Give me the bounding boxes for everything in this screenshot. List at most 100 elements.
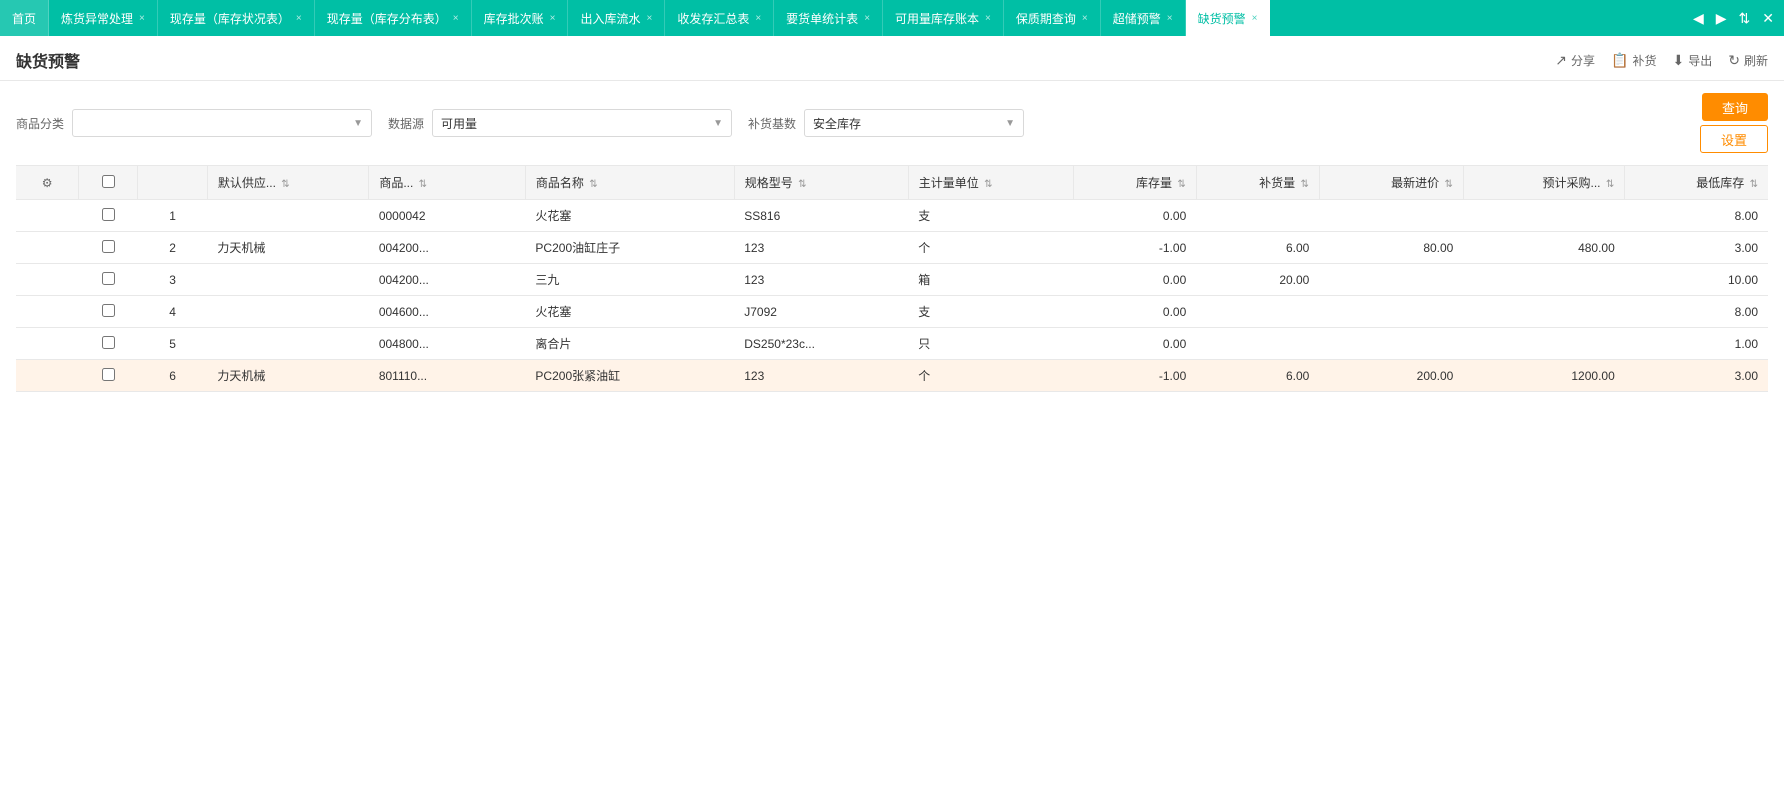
nav-item-10[interactable]: 超储预警 ×: [1101, 0, 1186, 36]
nav-close-11[interactable]: ×: [1252, 13, 1258, 24]
nav-item-3[interactable]: 现存量（库存分布表） ×: [315, 0, 472, 36]
th-supplier[interactable]: 默认供应... ⇅: [207, 166, 368, 200]
th-code-sort-icon[interactable]: ⇅: [419, 179, 427, 190]
nav-close-6[interactable]: ×: [755, 13, 761, 24]
nav-close-all-button[interactable]: ✕: [1756, 0, 1780, 36]
nav-item-9[interactable]: 保质期查询 ×: [1004, 0, 1101, 36]
nav-close-10[interactable]: ×: [1167, 13, 1173, 24]
nav-close-4[interactable]: ×: [550, 13, 556, 24]
row-code-cell: 0000042: [369, 200, 526, 232]
row-checkbox-4[interactable]: [102, 336, 115, 349]
nav-item-6[interactable]: 收发存汇总表 ×: [665, 0, 774, 36]
row-name-cell: PC200张紧油缸: [525, 360, 734, 392]
replenish-filter-group: 补货基数 安全库存 ▼: [748, 109, 1024, 137]
th-spec[interactable]: 规格型号 ⇅: [734, 166, 908, 200]
th-code[interactable]: 商品... ⇅: [369, 166, 526, 200]
th-supplier-sort-icon[interactable]: ⇅: [281, 179, 289, 190]
row-checkbox-2[interactable]: [102, 272, 115, 285]
nav-item-7[interactable]: 要货单统计表 ×: [774, 0, 883, 36]
th-purchase[interactable]: 预计采购... ⇅: [1463, 166, 1624, 200]
nav-label-3: 现存量（库存分布表）: [327, 10, 447, 27]
select-all-checkbox[interactable]: [102, 175, 115, 188]
page-header: 缺货预警 ↗ 分享 📋 补货 ⬇ 导出 ↻ 刷新: [0, 36, 1784, 81]
filter-area: 商品分类 ▼ 数据源 可用量 ▼ 补货基数 安全库存 ▼ 查询 设置: [0, 81, 1784, 165]
row-checkbox-5[interactable]: [102, 368, 115, 381]
row-num-cell: 4: [138, 296, 208, 328]
nav-item-8[interactable]: 可用量库存账本 ×: [883, 0, 1004, 36]
th-stock[interactable]: 库存量 ⇅: [1073, 166, 1196, 200]
refresh-button[interactable]: ↻ 刷新: [1728, 52, 1768, 69]
replenish-value: 安全库存: [813, 115, 861, 132]
refresh-label: 刷新: [1744, 52, 1768, 69]
replenish-arrow-icon: ▼: [1005, 118, 1015, 129]
nav-item-11[interactable]: 缺货预警 ×: [1186, 0, 1271, 36]
table-row[interactable]: 5 004800... 离合片 DS250*23c... 只 0.00 1.00: [16, 328, 1768, 360]
table-row[interactable]: 6 力天机械 801110... PC200张紧油缸 123 个 -1.00 6…: [16, 360, 1768, 392]
nav-close-9[interactable]: ×: [1082, 13, 1088, 24]
th-replenish[interactable]: 补货量 ⇅: [1196, 166, 1319, 200]
th-price[interactable]: 最新进价 ⇅: [1319, 166, 1463, 200]
datasource-select[interactable]: 可用量 ▼: [432, 109, 732, 137]
row-check-cell: [79, 264, 138, 296]
table-row[interactable]: 2 力天机械 004200... PC200油缸庄子 123 个 -1.00 6…: [16, 232, 1768, 264]
row-spec-cell: 123: [734, 264, 908, 296]
th-minstock[interactable]: 最低库存 ⇅: [1625, 166, 1768, 200]
replenish-button[interactable]: 📋 补货: [1611, 52, 1656, 69]
row-purchase-cell: [1463, 264, 1624, 296]
nav-close-5[interactable]: ×: [646, 13, 652, 24]
row-name-cell: 火花塞: [525, 200, 734, 232]
row-unit-cell: 支: [908, 200, 1073, 232]
th-name[interactable]: 商品名称 ⇅: [525, 166, 734, 200]
settings-icon[interactable]: ⚙: [42, 176, 53, 190]
nav-close-7[interactable]: ×: [864, 13, 870, 24]
setting-button[interactable]: 设置: [1700, 125, 1768, 153]
nav-item-4[interactable]: 库存批次账 ×: [472, 0, 569, 36]
category-select[interactable]: ▼: [72, 109, 372, 137]
nav-close-3[interactable]: ×: [453, 13, 459, 24]
export-icon: ⬇: [1673, 52, 1685, 69]
nav-next-button[interactable]: ▶: [1710, 0, 1733, 36]
th-purchase-sort-icon[interactable]: ⇅: [1606, 179, 1614, 190]
th-replenish-sort-icon[interactable]: ⇅: [1300, 179, 1308, 190]
th-stock-sort-icon[interactable]: ⇅: [1177, 179, 1185, 190]
table-row[interactable]: 1 0000042 火花塞 SS816 支 0.00 8.00: [16, 200, 1768, 232]
nav-prev-button[interactable]: ◀: [1687, 0, 1710, 36]
row-setting-cell: [16, 200, 79, 232]
share-label: 分享: [1571, 52, 1595, 69]
nav-close-2[interactable]: ×: [296, 13, 302, 24]
nav-label-1: 炼货异常处理: [61, 10, 133, 27]
nav-item-2[interactable]: 现存量（库存状况表） ×: [158, 0, 315, 36]
th-name-label: 商品名称: [536, 176, 584, 190]
row-num-cell: 5: [138, 328, 208, 360]
th-spec-sort-icon[interactable]: ⇅: [798, 179, 806, 190]
replenish-select[interactable]: 安全库存 ▼: [804, 109, 1024, 137]
th-unit-sort-icon[interactable]: ⇅: [984, 179, 992, 190]
row-checkbox-3[interactable]: [102, 304, 115, 317]
row-supplier-cell: [207, 296, 368, 328]
table-row[interactable]: 3 004200... 三九 123 箱 0.00 20.00 10.00: [16, 264, 1768, 296]
row-num-cell: 1: [138, 200, 208, 232]
nav-controls: ◀ ▶ ⇅ ✕: [1683, 0, 1784, 36]
row-check-cell: [79, 296, 138, 328]
nav-item-1[interactable]: 炼货异常处理 ×: [49, 0, 158, 36]
nav-close-1[interactable]: ×: [139, 13, 145, 24]
row-checkbox-0[interactable]: [102, 208, 115, 221]
row-setting-cell: [16, 328, 79, 360]
row-price-cell: 80.00: [1319, 232, 1463, 264]
row-code-cell: 004600...: [369, 296, 526, 328]
nav-item-5[interactable]: 出入库流水 ×: [568, 0, 665, 36]
share-button[interactable]: ↗ 分享: [1555, 52, 1595, 69]
nav-item-home[interactable]: 首页: [0, 0, 49, 36]
th-name-sort-icon[interactable]: ⇅: [589, 179, 597, 190]
th-minstock-sort-icon[interactable]: ⇅: [1750, 179, 1758, 190]
th-price-sort-icon[interactable]: ⇅: [1444, 179, 1452, 190]
nav-restore-button[interactable]: ⇅: [1733, 0, 1757, 36]
th-unit[interactable]: 主计量单位 ⇅: [908, 166, 1073, 200]
row-checkbox-1[interactable]: [102, 240, 115, 253]
query-button[interactable]: 查询: [1702, 93, 1768, 121]
nav-close-8[interactable]: ×: [985, 13, 991, 24]
table-row[interactable]: 4 004600... 火花塞 J7092 支 0.00 8.00: [16, 296, 1768, 328]
export-button[interactable]: ⬇ 导出: [1673, 52, 1713, 69]
filter-actions: 查询 设置: [1700, 93, 1768, 153]
row-minstock-cell: 1.00: [1625, 328, 1768, 360]
